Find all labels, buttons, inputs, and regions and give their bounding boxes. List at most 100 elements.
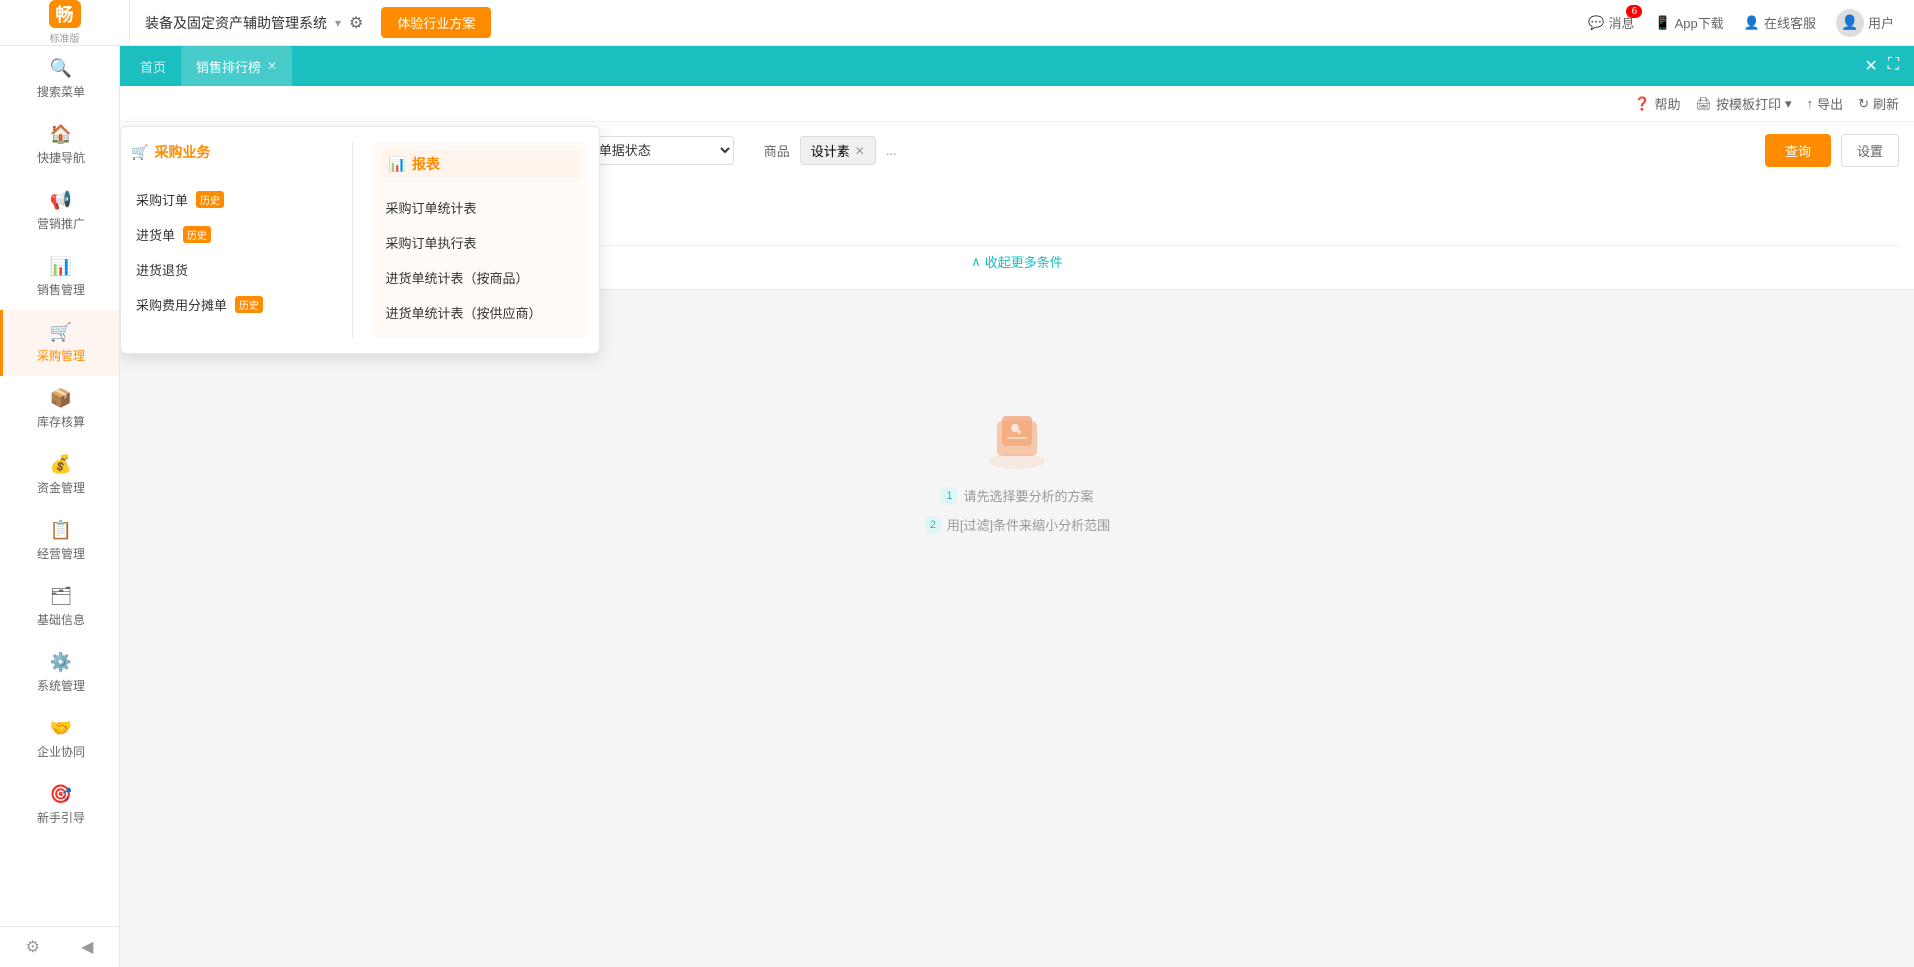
- tab-close-all-icon[interactable]: ✕: [1864, 56, 1877, 76]
- dropdown-divider: [352, 142, 353, 338]
- top-header: 畅 标准版 装备及固定资产辅助管理系统 ▾ ⚙ 体验行业方案 💬 消息 6 📱 …: [0, 0, 1914, 46]
- system-settings-icon[interactable]: ⚙: [349, 13, 363, 33]
- dropdown-item-purchase-order[interactable]: 采购订单 历史: [131, 182, 332, 217]
- messages-item[interactable]: 💬 消息 6: [1588, 13, 1634, 32]
- export-button[interactable]: ↑ 导出: [1807, 94, 1844, 113]
- report-stock-supplier-label: 进货单统计表（按供应商）: [386, 303, 542, 322]
- logo-area: 畅 标准版: [10, 0, 130, 45]
- history-badge-stock: 历史: [183, 226, 211, 243]
- notification-badge: 6: [1626, 5, 1642, 18]
- logo-icon: 畅: [49, 0, 81, 28]
- print-label: 按模板打印: [1716, 94, 1781, 113]
- sidebar-label-basic: 基础信息: [37, 611, 85, 628]
- tab-home[interactable]: 首页: [125, 46, 181, 86]
- doc-status-select[interactable]: 单据状态: [584, 136, 734, 165]
- collapse-arrow-icon: ∧: [971, 254, 981, 270]
- logo-subtitle: 标准版: [50, 30, 80, 45]
- online-service-label: 在线客服: [1764, 13, 1816, 32]
- print-button[interactable]: 🖨 按模板打印 ▾: [1696, 94, 1792, 113]
- sidebar-label-purchase: 采购管理: [37, 347, 85, 364]
- inventory-icon: 📦: [50, 388, 72, 409]
- sales-icon: 📊: [50, 256, 72, 277]
- dropdown-item-purchase-stock[interactable]: 进货单 历史: [131, 217, 332, 252]
- tab-right-icons: ✕ ⛶: [1864, 56, 1909, 76]
- tab-bar: 首页 销售排行榜 ✕ ✕ ⛶: [120, 46, 1914, 86]
- goods-more-dots[interactable]: ...: [886, 143, 897, 158]
- sidebar-item-sales[interactable]: 📊 销售管理: [0, 244, 119, 310]
- tab-close-icon[interactable]: ✕: [267, 59, 277, 73]
- dropdown-item-stock-stat-supplier[interactable]: 进货单统计表（按供应商）: [381, 295, 582, 330]
- sidebar-label-operation: 经营管理: [37, 545, 85, 562]
- message-icon: 💬: [1588, 15, 1604, 31]
- report-order-exec-label: 采购订单执行表: [386, 233, 477, 252]
- sidebar-label-enterprise: 企业协同: [37, 743, 85, 760]
- purchase-return-label: 进货退货: [136, 260, 188, 279]
- export-icon: ↑: [1807, 96, 1814, 111]
- title-dropdown-arrow[interactable]: ▾: [335, 16, 341, 30]
- phone-icon: 📱: [1654, 15, 1670, 31]
- sidebar-item-search[interactable]: 🔍 搜索菜单: [0, 46, 119, 112]
- user-item[interactable]: 👤 用户: [1836, 9, 1894, 37]
- sidebar-label-sales: 销售管理: [37, 281, 85, 298]
- report-order-stat-label: 采购订单统计表: [386, 198, 477, 217]
- tab-maximize-icon[interactable]: ⛶: [1888, 56, 1899, 76]
- print-arrow[interactable]: ▾: [1785, 96, 1792, 112]
- sidebar-item-operation[interactable]: 📋 经营管理: [0, 508, 119, 574]
- dropdown-item-purchase-cost[interactable]: 采购费用分摊单 历史: [131, 287, 332, 322]
- sidebar-item-purchase[interactable]: 🛒 采购管理: [0, 310, 119, 376]
- bottom-settings-icon[interactable]: ⚙: [26, 937, 40, 957]
- service-icon: 👤: [1744, 15, 1760, 31]
- refresh-label: 刷新: [1873, 94, 1899, 113]
- sidebar-item-inventory[interactable]: 📦 库存核算: [0, 376, 119, 442]
- empty-hint-1: 1 请先选择要分析的方案: [940, 486, 1093, 505]
- sidebar-label-quick-nav: 快捷导航: [37, 149, 85, 166]
- goods-tag: 设计素 ✕: [800, 136, 876, 165]
- dropdown-item-purchase-order-exec[interactable]: 采购订单执行表: [381, 225, 582, 260]
- empty-hint-text-2: 用[过滤]条件来缩小分析范围: [947, 515, 1110, 534]
- help-label: 帮助: [1654, 94, 1680, 113]
- marketing-icon: 📢: [50, 190, 72, 211]
- export-label: 导出: [1817, 94, 1843, 113]
- query-button[interactable]: 查询: [1765, 134, 1831, 167]
- empty-hint-2: 2 用[过滤]条件来缩小分析范围: [924, 515, 1110, 534]
- system-title: 装备及固定资产辅助管理系统: [145, 13, 327, 33]
- top-toolbar: ❓ 帮助 🖨 按模板打印 ▾ ↑ 导出 ↻ 刷新: [120, 86, 1914, 122]
- sidebar-item-quick-nav[interactable]: 🏠 快捷导航: [0, 112, 119, 178]
- app-download-item[interactable]: 📱 App下载: [1654, 13, 1723, 32]
- reports-col-title: 📊 报表: [381, 150, 582, 178]
- sidebar-item-finance[interactable]: 💰 资金管理: [0, 442, 119, 508]
- sidebar-item-system[interactable]: ⚙️ 系统管理: [0, 640, 119, 706]
- guide-icon: 🎯: [50, 784, 72, 805]
- tab-sales-rank[interactable]: 销售排行榜 ✕: [181, 46, 292, 86]
- trial-button[interactable]: 体验行业方案: [381, 7, 491, 38]
- sidebar-item-basic[interactable]: 🗂 基础信息: [0, 574, 119, 640]
- refresh-button[interactable]: ↻ 刷新: [1858, 94, 1899, 113]
- sidebar-item-enterprise[interactable]: 🤝 企业协同: [0, 706, 119, 772]
- app-download-label: App下载: [1675, 13, 1724, 32]
- page-content: ❓ 帮助 🖨 按模板打印 ▾ ↑ 导出 ↻ 刷新: [120, 86, 1914, 967]
- goods-tag-close[interactable]: ✕: [855, 144, 865, 158]
- user-label: 用户: [1868, 13, 1894, 32]
- sidebar-item-marketing[interactable]: 📢 营销推广: [0, 178, 119, 244]
- goods-label: 商品: [764, 141, 790, 160]
- reports-col-icon: 📊: [389, 156, 406, 173]
- dropdown-item-purchase-order-stat[interactable]: 采购订单统计表: [381, 190, 582, 225]
- collapse-sidebar-icon[interactable]: ◀: [81, 937, 93, 957]
- dropdown-item-purchase-return[interactable]: 进货退货: [131, 252, 332, 287]
- settings-button[interactable]: 设置: [1841, 134, 1899, 167]
- purchase-dropdown-menu: 🛒 采购业务 采购订单 历史 进货单 历史 进货退货: [120, 126, 600, 354]
- search-icon: 🔍: [50, 58, 72, 79]
- header-right: 💬 消息 6 📱 App下载 👤 在线客服 👤 用户: [1588, 9, 1904, 37]
- online-service-item[interactable]: 👤 在线客服: [1744, 13, 1816, 32]
- sidebar-item-guide[interactable]: 🎯 新手引导: [0, 772, 119, 838]
- enterprise-icon: 🤝: [50, 718, 72, 739]
- home-icon: 🏠: [50, 124, 72, 145]
- tab-sales-rank-label: 销售排行榜: [196, 57, 261, 76]
- sidebar-label-system: 系统管理: [37, 677, 85, 694]
- basic-icon: 🗂: [50, 586, 73, 607]
- history-badge-cost: 历史: [235, 296, 263, 313]
- collapse-label: 收起更多条件: [985, 252, 1063, 271]
- purchase-col: 🛒 采购业务 采购订单 历史 进货单 历史 进货退货: [131, 142, 332, 338]
- help-button[interactable]: ❓ 帮助: [1634, 94, 1680, 113]
- dropdown-item-stock-stat-goods[interactable]: 进货单统计表（按商品）: [381, 260, 582, 295]
